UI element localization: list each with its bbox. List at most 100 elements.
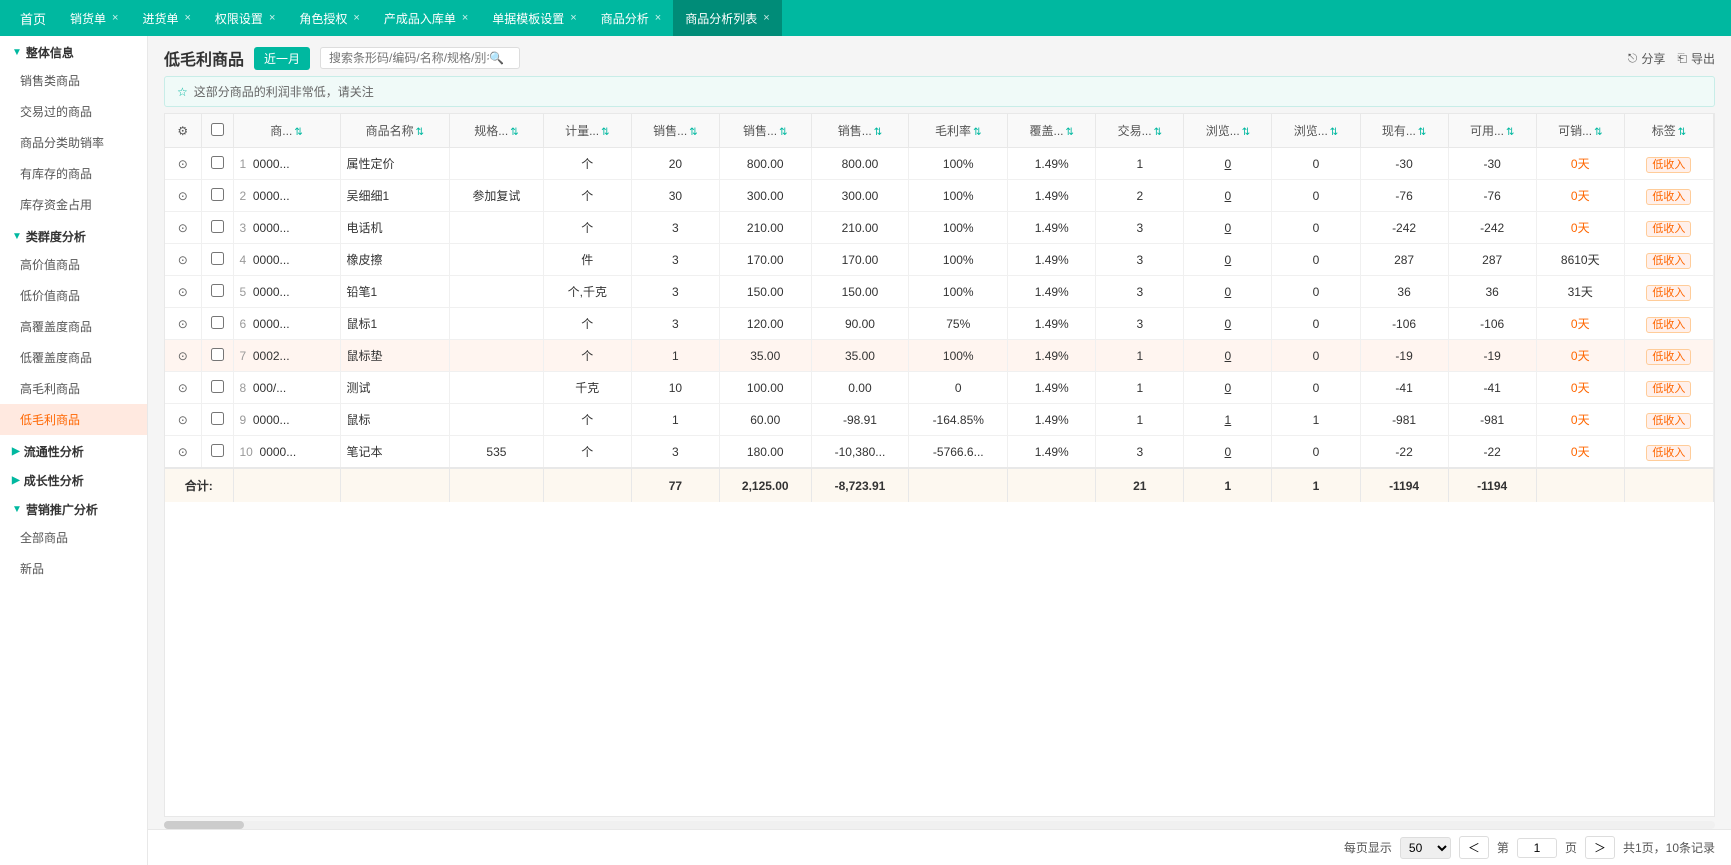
sidebar-item-category-sales-rate[interactable]: 商品分类助销率	[0, 127, 147, 158]
views2-column-header[interactable]: 浏览...⇅	[1272, 114, 1360, 148]
sidebar-item-high-coverage[interactable]: 高覆盖度商品	[0, 311, 147, 342]
name-column-header[interactable]: 商品名称⇅	[340, 114, 450, 148]
sidebar-item-traded-products[interactable]: 交易过的商品	[0, 96, 147, 127]
spec-column-header[interactable]: 规格...⇅	[450, 114, 544, 148]
row-checkbox[interactable]	[201, 180, 233, 212]
row-views1[interactable]: 0	[1184, 308, 1272, 340]
sidebar-group-circulation[interactable]: ▶ 流通性分析	[0, 435, 147, 464]
close-product-analysis-list-tab[interactable]: ×	[763, 12, 769, 24]
close-template-tab[interactable]: ×	[570, 12, 576, 24]
coverage-column-header[interactable]: 覆盖...⇅	[1008, 114, 1096, 148]
row-views1[interactable]: 1	[1184, 404, 1272, 436]
nav-purchase[interactable]: 进货单 ×	[130, 0, 202, 36]
row-settings[interactable]: ⊙	[165, 244, 201, 276]
close-sales-tab[interactable]: ×	[112, 12, 118, 24]
tag-badge: 低收入	[1646, 317, 1691, 333]
nav-template-settings[interactable]: 单据模板设置 ×	[480, 0, 588, 36]
prev-page-button[interactable]: ＜	[1459, 836, 1489, 859]
gross-margin-column-header[interactable]: 毛利率⇅	[909, 114, 1008, 148]
top-navigation: 首页 销货单 × 进货单 × 权限设置 × 角色授权 × 产成品入库单 × 单据…	[0, 0, 1731, 36]
row-checkbox[interactable]	[201, 244, 233, 276]
current-stock-column-header[interactable]: 现有...⇅	[1360, 114, 1448, 148]
row-views1[interactable]: 0	[1184, 148, 1272, 180]
nav-home[interactable]: 首页	[8, 0, 58, 36]
page-number-input[interactable]	[1517, 838, 1557, 858]
row-settings[interactable]: ⊙	[165, 404, 201, 436]
sidebar-group-marketing[interactable]: ▼ 营销推广分析	[0, 493, 147, 522]
views1-column-header[interactable]: 浏览...⇅	[1184, 114, 1272, 148]
search-input[interactable]	[329, 51, 489, 65]
row-checkbox[interactable]	[201, 276, 233, 308]
sidebar-item-low-margin[interactable]: 低毛利商品	[0, 404, 147, 435]
close-purchase-tab[interactable]: ×	[184, 12, 190, 24]
share-button[interactable]: ⎋ 分享	[1628, 50, 1666, 67]
row-views1[interactable]: 0	[1184, 276, 1272, 308]
sales-count-column-header[interactable]: 销售...⇅	[631, 114, 719, 148]
unit-column-header[interactable]: 计量...⇅	[543, 114, 631, 148]
date-filter-button[interactable]: 近一月	[254, 47, 310, 70]
row-views1[interactable]: 0	[1184, 180, 1272, 212]
sidebar-item-low-value[interactable]: 低价值商品	[0, 280, 147, 311]
next-page-button[interactable]: ＞	[1585, 836, 1615, 859]
sidebar-item-low-coverage[interactable]: 低覆盖度商品	[0, 342, 147, 373]
sidebar-group-growth[interactable]: ▶ 成长性分析	[0, 464, 147, 493]
sidebar-item-high-value[interactable]: 高价值商品	[0, 249, 147, 280]
row-available-stock: -19	[1448, 340, 1536, 372]
sidebar-item-all-products[interactable]: 全部商品	[0, 522, 147, 553]
row-views1[interactable]: 0	[1184, 436, 1272, 469]
close-roles-tab[interactable]: ×	[353, 12, 359, 24]
row-checkbox[interactable]	[201, 340, 233, 372]
select-all-checkbox[interactable]	[211, 123, 224, 136]
nav-permissions[interactable]: 权限设置 ×	[203, 0, 287, 36]
row-views1[interactable]: 0	[1184, 244, 1272, 276]
code-column-header[interactable]: 商...⇅	[233, 114, 340, 148]
settings-column-header[interactable]: ⚙	[165, 114, 201, 148]
row-settings[interactable]: ⊙	[165, 212, 201, 244]
sellable-days-column-header[interactable]: 可销...⇅	[1536, 114, 1624, 148]
close-permissions-tab[interactable]: ×	[269, 12, 275, 24]
row-settings[interactable]: ⊙	[165, 340, 201, 372]
transactions-column-header[interactable]: 交易...⇅	[1096, 114, 1184, 148]
row-views1[interactable]: 0	[1184, 372, 1272, 404]
available-stock-column-header[interactable]: 可用...⇅	[1448, 114, 1536, 148]
row-settings[interactable]: ⊙	[165, 436, 201, 469]
sidebar-group-overall[interactable]: ▼ 整体信息	[0, 36, 147, 65]
nav-roles[interactable]: 角色授权 ×	[287, 0, 371, 36]
sidebar-item-new-products[interactable]: 新品	[0, 553, 147, 584]
checkbox-column-header[interactable]	[201, 114, 233, 148]
sidebar-item-sales-products[interactable]: 销售类商品	[0, 65, 147, 96]
sales-amount-column-header[interactable]: 销售...⇅	[811, 114, 909, 148]
nav-product-analysis-list[interactable]: 商品分析列表 ×	[673, 0, 781, 36]
row-checkbox[interactable]	[201, 404, 233, 436]
row-checkbox[interactable]	[201, 436, 233, 469]
sales-price-column-header[interactable]: 销售...⇅	[719, 114, 811, 148]
sidebar-item-stock-capital[interactable]: 库存资金占用	[0, 189, 147, 220]
row-views1[interactable]: 0	[1184, 212, 1272, 244]
row-checkbox[interactable]	[201, 212, 233, 244]
nav-product-analysis[interactable]: 商品分析 ×	[589, 0, 673, 36]
row-sellable-days: 8610天	[1536, 244, 1624, 276]
search-icon[interactable]: 🔍	[489, 51, 504, 65]
sidebar-item-high-margin[interactable]: 高毛利商品	[0, 373, 147, 404]
row-checkbox[interactable]	[201, 372, 233, 404]
row-settings[interactable]: ⊙	[165, 372, 201, 404]
row-views1[interactable]: 0	[1184, 340, 1272, 372]
row-settings[interactable]: ⊙	[165, 180, 201, 212]
page-size-select[interactable]: 50 100 200	[1400, 837, 1451, 859]
export-button[interactable]: ⎗ 导出	[1677, 50, 1715, 67]
nav-product-entry[interactable]: 产成品入库单 ×	[372, 0, 480, 36]
horizontal-scrollbar[interactable]	[164, 821, 1715, 829]
sidebar-group-cluster[interactable]: ▼ 类群度分析	[0, 220, 147, 249]
row-settings[interactable]: ⊙	[165, 276, 201, 308]
row-settings[interactable]: ⊙	[165, 308, 201, 340]
nav-sales[interactable]: 销货单 ×	[58, 0, 130, 36]
close-product-entry-tab[interactable]: ×	[462, 12, 468, 24]
close-product-analysis-tab[interactable]: ×	[655, 12, 661, 24]
row-checkbox[interactable]	[201, 308, 233, 340]
sidebar-item-in-stock[interactable]: 有库存的商品	[0, 158, 147, 189]
tag-column-header[interactable]: 标签⇅	[1624, 114, 1713, 148]
row-settings[interactable]: ⊙	[165, 148, 201, 180]
row-checkbox[interactable]	[201, 148, 233, 180]
scrollbar-thumb[interactable]	[164, 821, 244, 829]
row-tag: 低收入	[1624, 404, 1713, 436]
